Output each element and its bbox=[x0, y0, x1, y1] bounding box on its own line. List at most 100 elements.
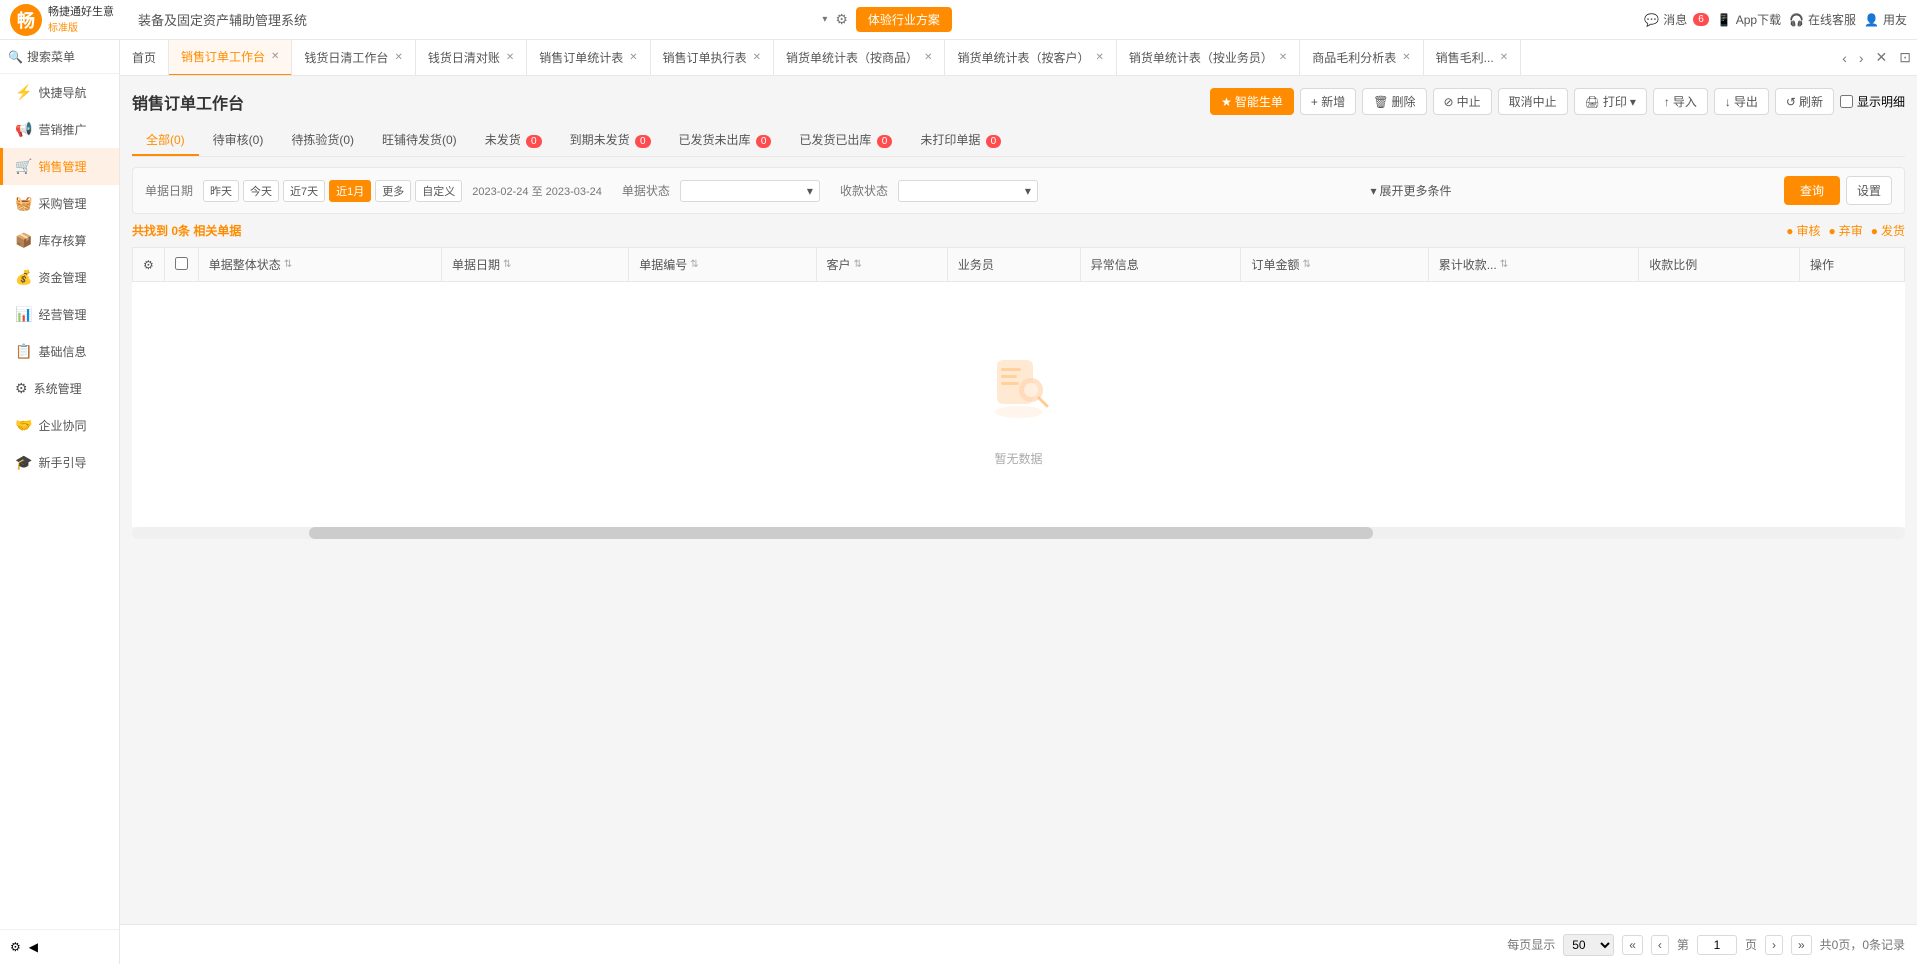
sidebar-item-sales[interactable]: 🛒 销售管理 bbox=[0, 148, 119, 185]
tab-expand[interactable]: ⊡ bbox=[1893, 40, 1917, 76]
tab-gross-profit[interactable]: 商品毛利分析表 ✕ bbox=[1300, 40, 1423, 76]
set-btn[interactable]: 设置 bbox=[1846, 176, 1892, 205]
col-customer[interactable]: 客户 ⇅ bbox=[816, 248, 947, 282]
col-staff[interactable]: 业务员 bbox=[947, 248, 1080, 282]
cancel-stop-btn[interactable]: 取消中止 bbox=[1498, 88, 1568, 115]
query-btn[interactable]: 查询 bbox=[1784, 176, 1840, 205]
pay-status-select[interactable]: ▾ bbox=[898, 180, 1038, 202]
tab-sales-customer[interactable]: 销货单统计表（按客户） ✕ bbox=[945, 40, 1116, 76]
filter-tab-pending-check[interactable]: 待拣验货(0) bbox=[277, 125, 368, 156]
date-btn-1month[interactable]: 近1月 bbox=[329, 180, 371, 202]
cancel-review-btn[interactable]: ● 弃审 bbox=[1828, 222, 1862, 239]
date-btn-today[interactable]: 今天 bbox=[243, 180, 279, 202]
tab-home[interactable]: 首页 bbox=[120, 40, 169, 76]
tab-gross-profit-close[interactable]: ✕ bbox=[1402, 52, 1410, 63]
tab-daily-clear-close[interactable]: ✕ bbox=[394, 52, 402, 63]
col-settings[interactable]: ⚙ bbox=[133, 248, 165, 282]
tab-nav-prev[interactable]: ‹ bbox=[1836, 40, 1853, 76]
tab-nav-next[interactable]: › bbox=[1853, 40, 1870, 76]
tab-order-exec-close[interactable]: ✕ bbox=[753, 52, 761, 63]
tab-sales-order-close[interactable]: ✕ bbox=[271, 51, 279, 62]
last-page-btn[interactable]: » bbox=[1791, 935, 1812, 955]
col-status[interactable]: 单据整体状态 ⇅ bbox=[198, 248, 441, 282]
gear-icon[interactable]: ⚙ bbox=[835, 11, 848, 28]
tab-order-exec[interactable]: 销售订单执行表 ✕ bbox=[651, 40, 774, 76]
first-page-btn[interactable]: « bbox=[1622, 935, 1643, 955]
tab-sales-product[interactable]: 销货单统计表（按商品） ✕ bbox=[774, 40, 945, 76]
tab-reconcile[interactable]: 钱货日清对账 ✕ bbox=[416, 40, 527, 76]
delete-btn[interactable]: 🗑 删除 bbox=[1362, 88, 1426, 115]
filter-tab-wangpu[interactable]: 旺铺待发货(0) bbox=[368, 125, 471, 156]
tab-close-all[interactable]: ✕ bbox=[1870, 40, 1894, 76]
col-abnormal[interactable]: 异常信息 bbox=[1080, 248, 1241, 282]
filter-tab-all[interactable]: 全部(0) bbox=[132, 125, 199, 156]
stop-btn[interactable]: ⊘ 中止 bbox=[1433, 88, 1492, 115]
sidebar-item-inventory[interactable]: 📦 库存核算 bbox=[0, 222, 119, 259]
online-service-btn[interactable]: 🎧 在线客服 bbox=[1789, 11, 1856, 28]
tab-order-stats[interactable]: 销售订单统计表 ✕ bbox=[527, 40, 650, 76]
show-detail-checkbox[interactable] bbox=[1840, 95, 1853, 108]
horizontal-scrollbar[interactable] bbox=[132, 527, 1905, 539]
date-btn-more[interactable]: 更多 bbox=[375, 180, 411, 202]
col-amount[interactable]: 订单金额 ⇅ bbox=[1241, 248, 1428, 282]
sidebar-item-marketing[interactable]: 📢 营销推广 bbox=[0, 111, 119, 148]
next-page-btn[interactable]: › bbox=[1765, 935, 1783, 955]
tab-reconcile-close[interactable]: ✕ bbox=[506, 52, 514, 63]
tab-daily-clear[interactable]: 钱货日清工作台 ✕ bbox=[292, 40, 415, 76]
add-btn[interactable]: + 新增 bbox=[1300, 88, 1356, 115]
col-date[interactable]: 单据日期 ⇅ bbox=[441, 248, 628, 282]
col-collected[interactable]: 累计收款... ⇅ bbox=[1428, 248, 1639, 282]
show-detail-checkbox-label[interactable]: 显示明细 bbox=[1840, 93, 1905, 110]
sidebar-search[interactable]: 🔍 搜索菜单 bbox=[0, 40, 119, 74]
tab-sales-gross[interactable]: 销售毛利... ✕ bbox=[1424, 40, 1521, 76]
sidebar-item-label-capital: 资金管理 bbox=[38, 269, 86, 286]
smart-create-btn[interactable]: ★ 智能生单 bbox=[1210, 88, 1294, 115]
import-btn[interactable]: ↑ 导入 bbox=[1653, 88, 1708, 115]
sidebar-item-capital[interactable]: 💰 资金管理 bbox=[0, 259, 119, 296]
user-btn[interactable]: 👤 用友 bbox=[1864, 11, 1907, 28]
prev-page-btn[interactable]: ‹ bbox=[1651, 935, 1669, 955]
msg-btn[interactable]: 💬 消息 6 bbox=[1644, 11, 1709, 28]
select-all-checkbox[interactable] bbox=[175, 257, 188, 270]
deliver-btn[interactable]: ● 发货 bbox=[1871, 222, 1905, 239]
expand-more-btn[interactable]: ▾ 展开更多条件 bbox=[1370, 182, 1451, 199]
settings-icon[interactable]: ⚙ bbox=[10, 940, 21, 954]
collapse-icon[interactable]: ◀ bbox=[29, 940, 38, 954]
sidebar-item-quick-nav[interactable]: ⚡ 快捷导航 bbox=[0, 74, 119, 111]
print-btn[interactable]: 🖨 打印 ▾ bbox=[1574, 88, 1647, 115]
tab-sales-customer-close[interactable]: ✕ bbox=[1095, 52, 1103, 63]
sidebar-item-operation[interactable]: 📊 经营管理 bbox=[0, 296, 119, 333]
col-operation: 操作 bbox=[1800, 248, 1905, 282]
filter-tab-unprinted[interactable]: 未打印单据 0 bbox=[906, 125, 1015, 156]
filter-tab-overdue[interactable]: 到期未发货 0 bbox=[556, 125, 665, 156]
tab-sales-order[interactable]: 销售订单工作台 ✕ bbox=[169, 40, 292, 76]
system-dropdown-arrow[interactable]: ▾ bbox=[822, 14, 827, 25]
col-checkbox[interactable] bbox=[164, 248, 198, 282]
industry-btn[interactable]: 体验行业方案 bbox=[856, 7, 952, 32]
date-btn-7days[interactable]: 近7天 bbox=[283, 180, 325, 202]
filter-tab-pending-review[interactable]: 待审核(0) bbox=[199, 125, 278, 156]
status-select[interactable]: ▾ bbox=[680, 180, 820, 202]
sidebar-item-basic-info[interactable]: 📋 基础信息 bbox=[0, 333, 119, 370]
filter-tab-undelivered[interactable]: 未发货 0 bbox=[471, 125, 556, 156]
app-download-btn[interactable]: 📱 App下载 bbox=[1717, 11, 1781, 28]
sidebar-item-system[interactable]: ⚙ 系统管理 bbox=[0, 370, 119, 407]
page-size-select[interactable]: 10 20 50 100 bbox=[1563, 934, 1614, 956]
page-number-input[interactable] bbox=[1697, 935, 1737, 955]
tab-sales-staff-close[interactable]: ✕ bbox=[1279, 52, 1287, 63]
date-btn-custom[interactable]: 自定义 bbox=[415, 180, 462, 202]
date-btn-yesterday[interactable]: 昨天 bbox=[203, 180, 239, 202]
sidebar-item-new-guide[interactable]: 🎓 新手引导 bbox=[0, 444, 119, 481]
tab-sales-staff[interactable]: 销货单统计表（按业务员） ✕ bbox=[1117, 40, 1300, 76]
filter-tab-delivered-no-out[interactable]: 已发货未出库 0 bbox=[665, 125, 786, 156]
tab-sales-product-close[interactable]: ✕ bbox=[924, 52, 932, 63]
sidebar-item-purchase[interactable]: 🧺 采购管理 bbox=[0, 185, 119, 222]
tab-order-stats-close[interactable]: ✕ bbox=[629, 52, 637, 63]
tab-sales-gross-close[interactable]: ✕ bbox=[1500, 52, 1508, 63]
refresh-btn[interactable]: ↺ 刷新 bbox=[1775, 88, 1834, 115]
filter-tab-delivered-out[interactable]: 已发货已出库 0 bbox=[785, 125, 906, 156]
review-btn[interactable]: ● 审核 bbox=[1786, 222, 1820, 239]
sidebar-item-enterprise[interactable]: 🤝 企业协同 bbox=[0, 407, 119, 444]
col-number[interactable]: 单据编号 ⇅ bbox=[629, 248, 816, 282]
export-btn[interactable]: ↓ 导出 bbox=[1714, 88, 1769, 115]
